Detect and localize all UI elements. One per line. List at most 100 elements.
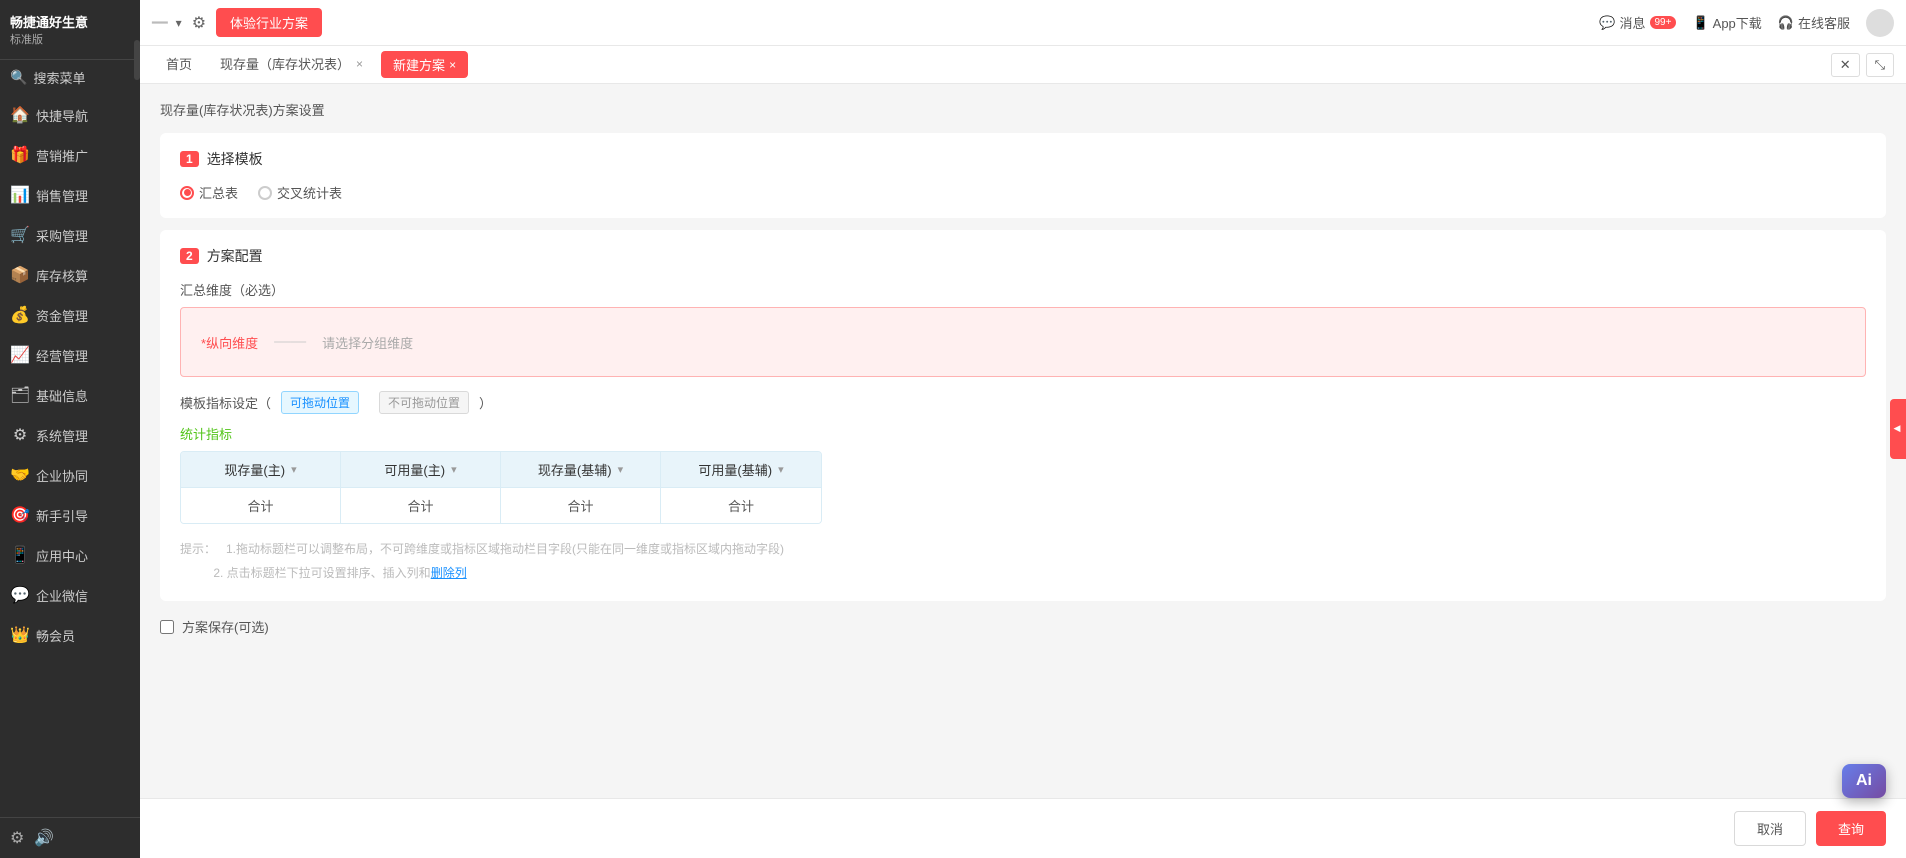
- system-icon: ⚙: [10, 425, 30, 445]
- app-download-item[interactable]: 📱 App下载: [1692, 13, 1761, 32]
- col-current-aux-body: 合计: [501, 488, 661, 523]
- online-service-item[interactable]: 🎧 在线客服: [1778, 13, 1850, 32]
- sidebar-item-basic-info[interactable]: 🗂 基础信息: [0, 375, 140, 415]
- expand-btn[interactable]: ⤡: [1866, 53, 1894, 77]
- sidebar-item-system[interactable]: ⚙ 系统管理: [0, 415, 140, 455]
- sidebar-item-label: 销售管理: [36, 186, 88, 205]
- sidebar-item-member[interactable]: 👑 畅会员: [0, 615, 140, 655]
- trial-button[interactable]: 体验行业方案: [216, 8, 322, 37]
- sidebar-item-finance[interactable]: 💰 资金管理: [0, 295, 140, 335]
- search-icon: 🔍: [10, 69, 27, 86]
- topbar-dropdown[interactable]: ▾: [176, 16, 182, 30]
- col-current-aux: 现存量(基辅) ▾: [501, 452, 661, 488]
- col-available-aux-body: 合计: [661, 488, 821, 523]
- col-available-main-label: 可用量(主): [384, 460, 445, 479]
- query-button[interactable]: 查询: [1816, 811, 1886, 846]
- search-label: 搜索菜单: [33, 68, 85, 87]
- radio-cross-label: 交叉统计表: [277, 183, 342, 202]
- app-download-icon: 📱: [1692, 15, 1708, 31]
- dimension-required-star: *纵向维度: [201, 333, 258, 352]
- operations-icon: 📈: [10, 345, 30, 365]
- user-avatar[interactable]: [1866, 9, 1894, 37]
- online-service-label: 在线客服: [1798, 13, 1850, 32]
- radio-summary-circle: [180, 186, 194, 200]
- template-radio-group: 汇总表 交叉统计表: [180, 183, 1866, 202]
- col-available-main-dropdown[interactable]: ▾: [451, 463, 457, 476]
- member-icon: 👑: [10, 625, 30, 645]
- ai-badge[interactable]: Ai: [1842, 764, 1886, 798]
- message-label: 消息: [1619, 13, 1645, 32]
- app-name: 畅捷通好生意: [10, 12, 130, 31]
- sidebar-item-cooperation[interactable]: 🤝 企业协同: [0, 455, 140, 495]
- section2-header: 2 方案配置: [180, 246, 1866, 266]
- sidebar-item-newbie[interactable]: 🎯 新手引导: [0, 495, 140, 535]
- search-menu[interactable]: 🔍 搜索菜单: [0, 60, 140, 95]
- section2-number: 2: [180, 248, 199, 264]
- col-available-aux-dropdown[interactable]: ▾: [778, 463, 784, 476]
- col-available-aux-header[interactable]: 可用量(基辅) ▾: [661, 452, 821, 488]
- template-settings-row: 模板指标设定（ 可拖动位置 不可拖动位置 ）: [180, 391, 1866, 414]
- col-current-aux-dropdown[interactable]: ▾: [618, 463, 624, 476]
- finance-icon: 💰: [10, 305, 30, 325]
- template-settings-close: ）: [479, 393, 492, 412]
- sidebar-item-label: 库存核算: [36, 266, 88, 285]
- right-edge-panel[interactable]: ◀: [1890, 399, 1906, 459]
- settings-footer-icon[interactable]: ⚙: [10, 828, 24, 848]
- col-current-main-header[interactable]: 现存量(主) ▾: [181, 452, 340, 488]
- sidebar-item-app-center[interactable]: 📱 应用中心: [0, 535, 140, 575]
- col-current-main-label: 现存量(主): [224, 460, 285, 479]
- col-available-main-header[interactable]: 可用量(主) ▾: [341, 452, 500, 488]
- sidebar-item-label: 采购管理: [36, 226, 88, 245]
- sidebar-item-quick-nav[interactable]: 🏠 快捷导航: [0, 95, 140, 135]
- col-current-main-dropdown[interactable]: ▾: [291, 463, 297, 476]
- basic-info-icon: 🗂: [10, 385, 30, 405]
- dimension-placeholder: 请选择分组维度: [322, 333, 413, 352]
- close-tab-btn[interactable]: ✕: [1831, 53, 1860, 77]
- dimension-box[interactable]: *纵向维度 —— 请选择分组维度: [180, 307, 1866, 377]
- tab-inventory-status[interactable]: 现存量（库存状况表） ×: [206, 46, 377, 83]
- col-current-aux-header[interactable]: 现存量(基辅) ▾: [501, 452, 660, 488]
- message-item[interactable]: 💬 消息 99+: [1599, 13, 1676, 32]
- tab-new-close[interactable]: ×: [449, 58, 456, 72]
- sidebar-item-label: 应用中心: [36, 546, 88, 565]
- sidebar-item-label: 系统管理: [36, 426, 88, 445]
- sidebar-item-inventory[interactable]: 📦 库存核算: [0, 255, 140, 295]
- save-area: 方案保存(可选): [160, 617, 1886, 636]
- section1-title: 选择模板: [207, 149, 263, 169]
- tab-new-label: 新建方案: [393, 55, 445, 74]
- section-choose-template: 1 选择模板 汇总表 交叉统计表: [160, 133, 1886, 218]
- topbar-logo: ━━ ▾: [152, 15, 182, 31]
- sidebar-scrollbar[interactable]: [134, 40, 140, 80]
- cooperation-icon: 🤝: [10, 465, 30, 485]
- tab-inventory-label: 现存量（库存状况表）: [220, 54, 350, 73]
- col-available-aux-label: 可用量(基辅): [698, 460, 772, 479]
- topbar-settings-icon[interactable]: ⚙: [192, 13, 206, 33]
- sidebar-item-label: 经营管理: [36, 346, 88, 365]
- cancel-button[interactable]: 取消: [1734, 811, 1806, 846]
- sidebar-item-purchase[interactable]: 🛒 采购管理: [0, 215, 140, 255]
- sidebar-item-label: 新手引导: [36, 506, 88, 525]
- radio-cross[interactable]: 交叉统计表: [258, 183, 342, 202]
- col-current-aux-value: 合计: [501, 488, 660, 523]
- service-icon: 🎧: [1778, 15, 1794, 31]
- sidebar-footer: ⚙ 🔊: [0, 817, 140, 858]
- radio-summary[interactable]: 汇总表: [180, 183, 238, 202]
- save-checkbox[interactable]: [160, 620, 174, 634]
- col-current-main-body: 合计: [181, 488, 341, 523]
- message-icon: 💬: [1599, 15, 1615, 31]
- tab-home[interactable]: 首页: [152, 46, 206, 83]
- sidebar-item-marketing[interactable]: 🎁 营销推广: [0, 135, 140, 175]
- wechat-icon: 💬: [10, 585, 30, 605]
- app-version: 标准版: [10, 31, 130, 47]
- volume-icon[interactable]: 🔊: [34, 828, 54, 848]
- tips-title: 提示： 1.拖动标题栏可以调整布局，不可跨维度或指标区域拖动栏目字段(只能在同一…: [180, 537, 1866, 561]
- content-area: 现存量(库存状况表)方案设置 1 选择模板 汇总表 交叉统计表 2: [140, 84, 1906, 798]
- no-drag-badge: 不可拖动位置: [379, 391, 469, 414]
- tab-inventory-close[interactable]: ×: [356, 57, 363, 71]
- sidebar-item-operations[interactable]: 📈 经营管理: [0, 335, 140, 375]
- tab-new-plan[interactable]: 新建方案 ×: [381, 51, 468, 78]
- sidebar-item-wechat[interactable]: 💬 企业微信: [0, 575, 140, 615]
- sidebar-item-sales[interactable]: 📊 销售管理: [0, 175, 140, 215]
- col-available-aux-value: 合计: [661, 488, 821, 523]
- sidebar-item-label: 畅会员: [36, 626, 75, 645]
